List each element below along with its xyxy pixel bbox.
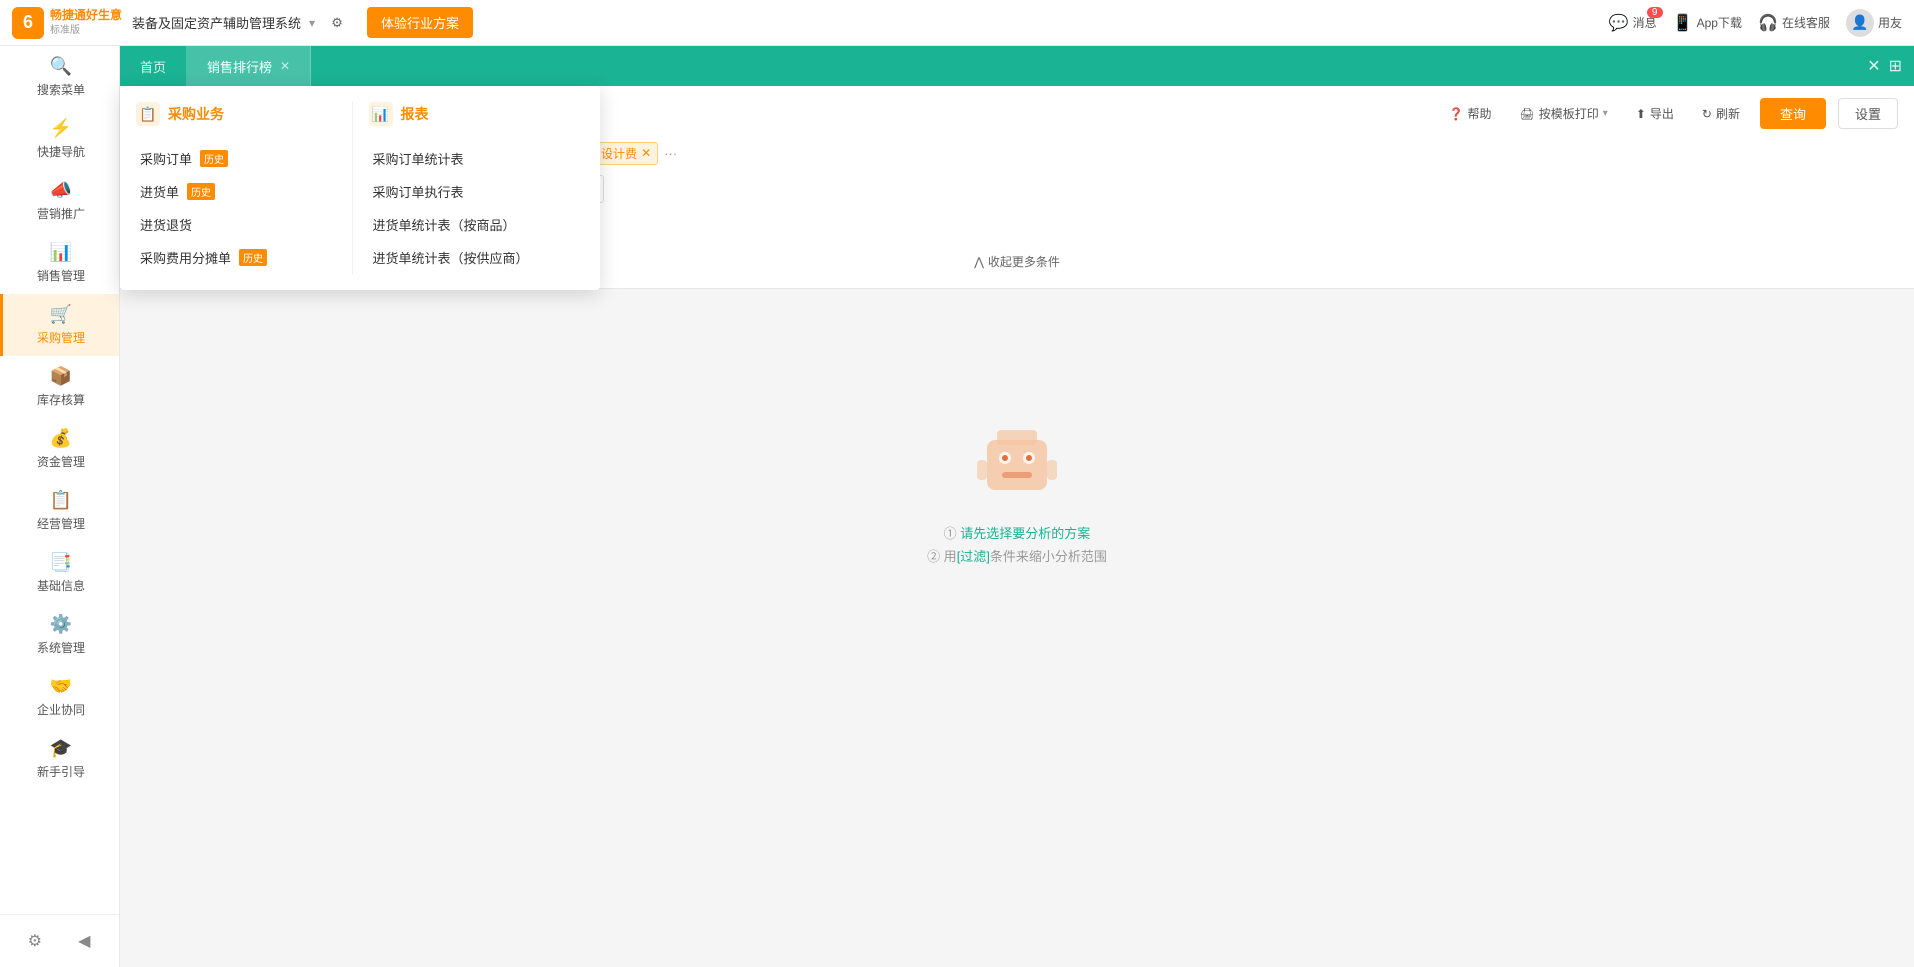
header-right: 💬 消息 9 📱 App下载 🎧 在线客服 👤 用友 (1609, 9, 1902, 37)
settings-btn[interactable]: 设置 (1838, 98, 1898, 129)
tab-bar: 首页 销售排行榜 ✕ ✕ ⊞ (120, 46, 1914, 86)
export-icon: ⬆ (1636, 107, 1646, 121)
goods-stat-by-goods-item[interactable]: 进货单统计表（按商品） (369, 208, 585, 241)
message-icon: 💬 (1609, 13, 1629, 33)
message-btn[interactable]: 💬 消息 9 (1609, 13, 1657, 33)
logo-text: 畅捷通好生意 标准版 (50, 8, 122, 37)
purchase-expense-item[interactable]: 采购费用分摊单 历史 (136, 241, 352, 274)
history-tag-1: 历史 (187, 183, 215, 200)
title-arrow-icon[interactable]: ▾ (309, 16, 315, 30)
sidebar-item-sales[interactable]: 📊 销售管理 (0, 232, 119, 294)
goods-tag-close-icon[interactable]: ✕ (641, 146, 651, 160)
purchase-section-icon: 📋 (136, 102, 160, 126)
mortarboard-icon: 🎓 (50, 738, 72, 759)
purchase-section-title: 📋 采购业务 (136, 102, 352, 132)
purchase-business-col: 📋 采购业务 采购订单 历史 进货单 历史 进货退货 采购费用分摊单 历史 (136, 102, 352, 274)
question-icon: ❓ (1449, 107, 1464, 121)
tab-sales-rank[interactable]: 销售排行榜 ✕ (187, 46, 311, 86)
message-badge: 9 (1647, 7, 1663, 18)
system-title-area: 装备及固定资产辅助管理系统 ▾ ⚙ 体验行业方案 (132, 7, 1609, 38)
industry-btn[interactable]: 体验行业方案 (367, 7, 473, 38)
purchase-order-item[interactable]: 采购订单 历史 (136, 142, 352, 175)
sidebar: 🔍 搜索菜单 ⚡ 快捷导航 📣 营销推广 📊 销售管理 🛒 采购管理 📦 库存核… (0, 46, 120, 967)
goods-more-icon[interactable]: ··· (664, 146, 677, 161)
empty-illustration (967, 410, 1067, 510)
history-tag-3: 历史 (239, 249, 267, 266)
tab-close-icon[interactable]: ✕ (280, 59, 290, 73)
sidebar-item-enterprise[interactable]: 🤝 企业协同 (0, 666, 119, 728)
print-btn[interactable]: 🖨 按模板打印 ▾ (1512, 101, 1616, 126)
print-arrow-icon: ▾ (1603, 108, 1608, 119)
goods-receipt-item[interactable]: 进货单 历史 (136, 175, 352, 208)
goods-tag[interactable]: 设计费 ✕ (594, 142, 658, 165)
report-section-icon: 📊 (369, 102, 393, 126)
purchase-order-exec-item[interactable]: 采购订单执行表 (369, 175, 585, 208)
user-avatar: 👤 (1846, 9, 1874, 37)
empty-state: ① 请先选择要分析的方案 ② 用[过滤]条件来缩小分析范围 (120, 289, 1914, 689)
sidebar-bottom: ⚙ ◀ (0, 914, 119, 967)
history-tag-0: 历史 (200, 150, 228, 167)
headset-icon: 🎧 (1758, 13, 1778, 33)
sidebar-item-system[interactable]: ⚙️ 系统管理 (0, 604, 119, 666)
sidebar-item-quick-nav[interactable]: ⚡ 快捷导航 (0, 108, 119, 170)
report-section-title: 📊 报表 (369, 102, 585, 132)
purchase-dropdown-menu: 📋 采购业务 采购订单 历史 进货单 历史 进货退货 采购费用分摊单 历史 📊 … (120, 86, 600, 290)
goods-stat-by-supplier-item[interactable]: 进货单统计表（按供应商） (369, 241, 585, 274)
sidebar-collapse-btn[interactable]: ◀ (68, 925, 100, 957)
megaphone-icon: 📣 (50, 180, 72, 201)
sidebar-item-inventory[interactable]: 📦 库存核算 (0, 356, 119, 418)
sidebar-item-marketing[interactable]: 📣 营销推广 (0, 170, 119, 232)
goods-return-item[interactable]: 进货退货 (136, 208, 352, 241)
gear-icon: ⚙️ (50, 614, 72, 635)
sidebar-item-purchase[interactable]: 🛒 采购管理 (0, 294, 119, 356)
app-download-btn[interactable]: 📱 App下载 (1673, 13, 1742, 33)
sidebar-item-basic-info[interactable]: 📑 基础信息 (0, 542, 119, 604)
document-icon: 📑 (50, 552, 72, 573)
clipboard-icon: 📋 (50, 490, 72, 511)
sidebar-item-finance[interactable]: 💰 资金管理 (0, 418, 119, 480)
search-icon: 🔍 (50, 56, 72, 77)
chevron-up-icon: ⋀ (974, 255, 984, 269)
phone-icon: 📱 (1673, 13, 1693, 33)
tab-expand-icon[interactable]: ⊞ (1889, 56, 1902, 76)
lightning-icon: ⚡ (50, 118, 72, 139)
print-icon: 🖨 (1520, 107, 1535, 121)
sidebar-settings-btn[interactable]: ⚙ (19, 925, 51, 957)
handshake-icon: 🤝 (50, 676, 72, 697)
sidebar-item-search[interactable]: 🔍 搜索菜单 (0, 46, 119, 108)
settings-icon-btn[interactable]: ⚙ (323, 9, 351, 37)
purchase-order-stat-item[interactable]: 采购订单统计表 (369, 142, 585, 175)
online-service-btn[interactable]: 🎧 在线客服 (1758, 13, 1830, 33)
tab-close-all-icon[interactable]: ✕ (1867, 56, 1880, 76)
logo-icon: 6 (12, 7, 44, 39)
top-header: 6 畅捷通好生意 标准版 装备及固定资产辅助管理系统 ▾ ⚙ 体验行业方案 💬 … (0, 0, 1914, 46)
logo-area: 6 畅捷通好生意 标准版 (12, 7, 132, 39)
sidebar-item-guide[interactable]: 🎓 新手引导 (0, 728, 119, 790)
refresh-btn[interactable]: ↻ 刷新 (1694, 101, 1748, 126)
cart-icon: 🛒 (50, 304, 72, 325)
help-btn[interactable]: ❓ 帮助 (1441, 101, 1500, 126)
report-col: 📊 报表 采购订单统计表 采购订单执行表 进货单统计表（按商品） 进货单统计表（… (352, 102, 585, 274)
user-btn[interactable]: 👤 用友 (1846, 9, 1902, 37)
empty-hint-1: ① 请先选择要分析的方案 ② 用[过滤]条件来缩小分析范围 (927, 522, 1107, 569)
chart-icon: 📊 (50, 242, 72, 263)
query-btn[interactable]: 查询 (1760, 98, 1826, 129)
tab-home[interactable]: 首页 (120, 46, 187, 86)
tab-bar-right: ✕ ⊞ (1855, 46, 1914, 86)
sidebar-item-operations[interactable]: 📋 经营管理 (0, 480, 119, 542)
system-title: 装备及固定资产辅助管理系统 (132, 13, 301, 32)
money-icon: 💰 (50, 428, 72, 449)
refresh-icon: ↻ (1702, 107, 1712, 121)
export-btn[interactable]: ⬆ 导出 (1628, 101, 1682, 126)
box-icon: 📦 (50, 366, 72, 387)
